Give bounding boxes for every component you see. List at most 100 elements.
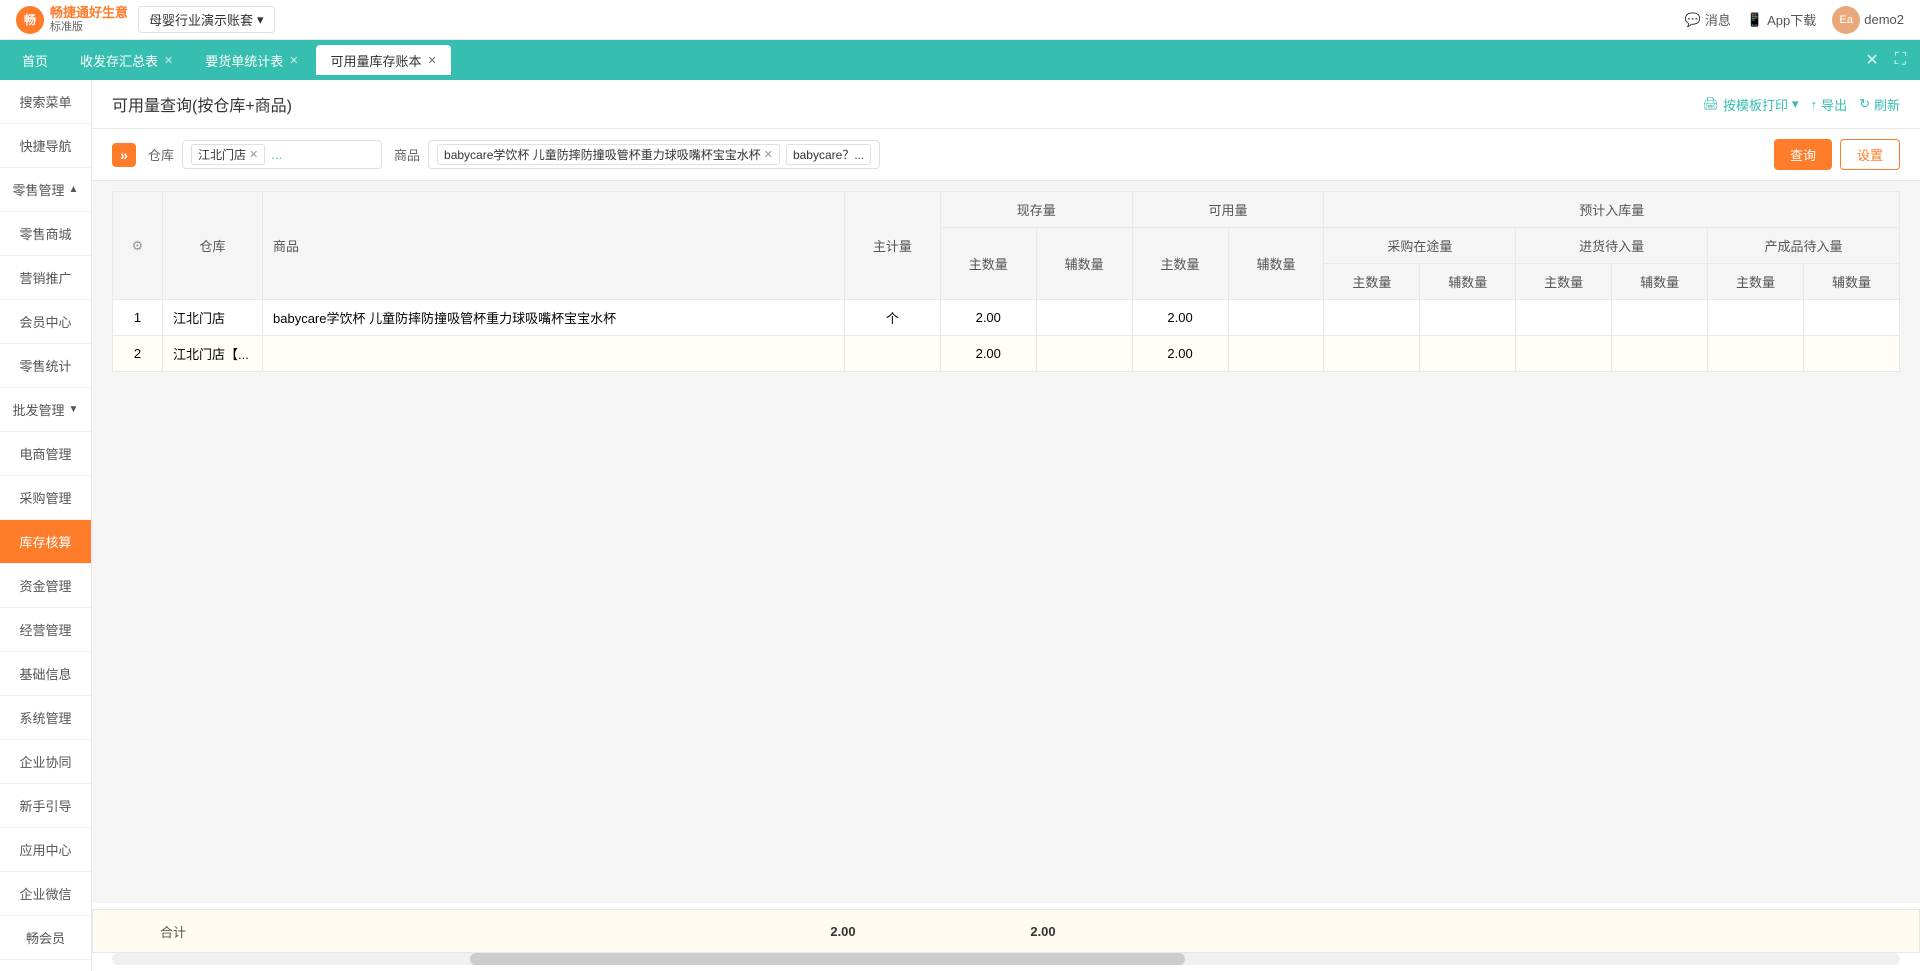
top-bar-left: 畅 畅捷通好生意 标准版 母婴行业演示账套 ▾ [16,5,275,34]
bottom-area: 合计 2.00 2.00 [92,903,1920,971]
tab-order-stats[interactable]: 要货单统计表 ✕ [191,45,312,75]
th-arrival-main: 主数量 [1516,264,1612,300]
tab-actions: ✕ ⛶ [1859,48,1912,72]
tab-close-icon[interactable]: ✕ [164,54,173,67]
main-layout: 搜索菜单 快捷导航 零售管理 ▲ 零售商城 营销推广 会员中心 零售统计 批发管… [0,80,1920,971]
th-gear[interactable]: ⚙ [113,192,163,300]
app-name: 畅捷通好生意 标准版 [50,5,128,34]
warehouse-more-button[interactable]: ... [271,147,282,162]
th-prod-main: 主数量 [1708,264,1804,300]
th-available: 可用量 [1132,192,1324,228]
scrollbar-thumb[interactable] [470,953,1185,965]
tab-available-stock[interactable]: 可用量库存账本 ✕ [316,45,450,75]
cell-arrival-main [1516,300,1612,336]
warehouse-filter-tags[interactable]: 江北门店 ✕ ... [182,140,382,169]
sidebar-item-retail-stats[interactable]: 零售统计 [0,344,91,388]
sidebar-item-retail-mall[interactable]: 零售商城 [0,212,91,256]
settings-gear-icon[interactable]: ⚙ [132,238,144,253]
cell-purchase-main [1324,336,1420,372]
th-arrival-pending: 进货待入量 [1516,228,1708,264]
sidebar-quick-nav[interactable]: 快捷导航 [0,124,91,168]
warehouse-filter-label: 仓库 [148,145,174,164]
template-print-button[interactable]: 🖨 按模板打印 ▾ [1703,95,1799,114]
sidebar-item-member[interactable]: 畅会员 [0,916,91,960]
sidebar: 搜索菜单 快捷导航 零售管理 ▲ 零售商城 营销推广 会员中心 零售统计 批发管… [0,80,92,971]
message-button[interactable]: 💬 消息 [1685,10,1731,29]
cell-warehouse: 江北门店 [163,300,263,336]
warehouse-tag: 江北门店 ✕ [191,144,265,165]
th-purchase-in: 采购在途量 [1324,228,1516,264]
sidebar-item-inventory[interactable]: 库存核算 [0,520,91,564]
tag-remove-icon[interactable]: ✕ [249,148,258,161]
total-stock-main: 2.00 [783,924,903,939]
tab-receive-summary[interactable]: 收发存汇总表 ✕ [66,45,187,75]
sidebar-item-basic-info[interactable]: 基础信息 [0,652,91,696]
sidebar-item-operations[interactable]: 经营管理 [0,608,91,652]
th-stock-main-qty: 主数量 [940,228,1036,300]
cell-stock-main: 2.00 [940,300,1036,336]
filter-expand-button[interactable]: » [112,143,136,167]
expand-arrow-icon: ▲ [69,184,79,195]
tab-close-icon[interactable]: ✕ [428,54,437,67]
table-row: 1 江北门店 babycare学饮杯 儿童防摔防撞吸管杯重力球吸嘴杯宝宝水杯 个… [113,300,1900,336]
cell-unit [844,336,940,372]
cell-purchase-aux [1420,300,1516,336]
total-label: 合计 [93,922,253,941]
sidebar-item-system-mgmt[interactable]: 系统管理 [0,696,91,740]
filter-actions: 查询 设置 [1774,139,1900,170]
tab-close-icon[interactable]: ✕ [289,54,298,67]
top-bar-right: 💬 消息 📱 App下载 Ea demo2 [1685,6,1904,34]
sidebar-item-retail-mgmt[interactable]: 零售管理 ▲ [0,168,91,212]
download-icon: 📱 [1747,12,1763,28]
th-avail-aux-qty: 辅数量 [1228,228,1324,300]
sidebar-item-member-center[interactable]: 会员中心 [0,300,91,344]
cell-prod-main [1708,300,1804,336]
content-area: 可用量查询(按仓库+商品) 🖨 按模板打印 ▾ ↑ 导出 ↻ 刷新 » [92,80,1920,971]
th-product: 商品 [263,192,845,300]
table-area: ⚙ 仓库 商品 主计量 现存量 可用量 预计入库量 主数量 辅数量 主数量 辅数… [92,181,1920,903]
cell-prod-aux [1803,336,1899,372]
product-filter-label: 商品 [394,145,420,164]
page-header-actions: 🖨 按模板打印 ▾ ↑ 导出 ↻ 刷新 [1703,95,1901,114]
table-row: 2 江北门店【... 2.00 2.00 [113,336,1900,372]
export-button[interactable]: ↑ 导出 [1811,95,1848,114]
sidebar-item-ecommerce[interactable]: 电商管理 [0,432,91,476]
th-current-stock: 现存量 [940,192,1132,228]
sidebar-item-finance[interactable]: 资金管理 [0,564,91,608]
sidebar-item-wholesale-mgmt[interactable]: 批发管理 ▼ [0,388,91,432]
cell-stock-aux [1036,300,1132,336]
expand-icon[interactable]: ⛶ [1889,49,1912,71]
page-header: 可用量查询(按仓库+商品) 🖨 按模板打印 ▾ ↑ 导出 ↻ 刷新 [92,80,1920,129]
close-all-tabs-icon[interactable]: ✕ [1859,48,1884,72]
tab-home[interactable]: 首页 [8,45,62,75]
th-main-unit: 主计量 [844,192,940,300]
sidebar-item-enterprise-collab[interactable]: 企业协同 [0,740,91,784]
refresh-button[interactable]: ↻ 刷新 [1859,95,1900,114]
chevron-down-icon: ▾ [1792,96,1799,112]
sidebar-item-enterprise-wechat[interactable]: 企业微信 [0,872,91,916]
industry-selector[interactable]: 母婴行业演示账套 ▾ [138,6,275,33]
sidebar-search[interactable]: 搜索菜单 [0,80,91,124]
expand-arrow-icon: ▼ [69,404,79,415]
cell-seq: 1 [113,300,163,336]
user-menu[interactable]: Ea demo2 [1832,6,1904,34]
sidebar-item-marketing[interactable]: 营销推广 [0,256,91,300]
app-download-button[interactable]: 📱 App下载 [1747,10,1816,29]
total-row: 合计 2.00 2.00 [92,909,1920,953]
app-logo: 畅 [16,6,44,34]
horizontal-scrollbar[interactable] [112,953,1900,965]
page-title: 可用量查询(按仓库+商品) [112,92,292,116]
cell-seq: 2 [113,336,163,372]
sidebar-item-new-guide[interactable]: 新手引导 [0,784,91,828]
product-filter-tags[interactable]: babycare学饮杯 儿童防摔防撞吸管杯重力球吸嘴杯宝宝水杯 ✕ babyca… [428,140,880,169]
sidebar-item-purchase-mgmt[interactable]: 采购管理 [0,476,91,520]
sidebar-item-app-center[interactable]: 应用中心 [0,828,91,872]
settings-button[interactable]: 设置 [1840,139,1900,170]
avatar: Ea [1832,6,1860,34]
chevron-down-icon: ▾ [257,12,264,28]
th-purchase-aux: 辅数量 [1420,264,1516,300]
cell-avail-aux [1228,336,1324,372]
query-button[interactable]: 查询 [1774,139,1832,170]
cell-arrival-aux [1612,300,1708,336]
tag-remove-icon[interactable]: ✕ [764,148,773,161]
